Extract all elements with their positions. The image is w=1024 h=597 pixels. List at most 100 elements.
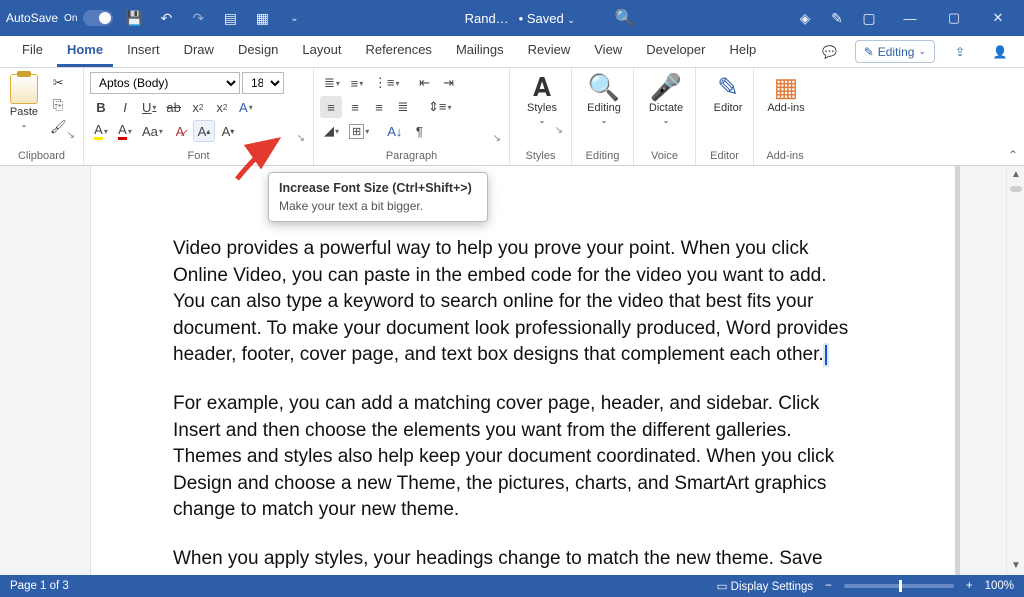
increase-indent-button[interactable]: ⇥ — [438, 72, 460, 94]
autosave-toggle[interactable]: AutoSave On — [6, 10, 113, 26]
editor-button[interactable]: ✎ Editor — [702, 72, 754, 116]
scroll-up-icon[interactable]: ▲ — [1007, 166, 1024, 184]
addins-button[interactable]: ▦ Add-ins — [760, 72, 812, 116]
styles-dialog-launcher[interactable]: ↘ — [516, 125, 565, 137]
decrease-indent-button[interactable]: ⇤ — [414, 72, 436, 94]
tab-home[interactable]: Home — [57, 36, 113, 67]
tab-layout[interactable]: Layout — [292, 36, 351, 67]
change-case-button[interactable]: Aa▾ — [138, 120, 167, 142]
copy-icon: ⎘ — [53, 97, 63, 113]
paste-button[interactable]: Paste⌄ — [6, 72, 42, 132]
editing-button[interactable]: 🔍 Editing⌄ — [578, 72, 630, 128]
dictate-button[interactable]: 🎤 Dictate⌄ — [640, 72, 692, 128]
strikethrough-button[interactable]: ab — [162, 96, 184, 118]
cut-button[interactable]: ✂ — [46, 72, 71, 94]
align-right-button[interactable]: ≡ — [368, 96, 390, 118]
tab-insert[interactable]: Insert — [117, 36, 170, 67]
account-button[interactable]: 👤 — [985, 40, 1015, 63]
text-effects-button[interactable]: A▾ — [235, 96, 257, 118]
paragraph-1[interactable]: Video provides a powerful way to help yo… — [173, 236, 853, 369]
paragraph-3[interactable]: When you apply styles, your headings cha… — [173, 546, 853, 575]
tab-view[interactable]: View — [584, 36, 632, 67]
editor-icon: ✎ — [717, 74, 739, 100]
shading-button[interactable]: ◢▾ — [320, 120, 343, 142]
zoom-out-button[interactable]: − — [825, 580, 832, 592]
multilevel-list-button[interactable]: ⋮≡▾ — [370, 72, 404, 94]
diamond-icon[interactable]: ◈ — [794, 7, 816, 29]
saved-status[interactable]: • Saved ⌄ — [519, 11, 575, 26]
save-icon[interactable]: 💾 — [123, 7, 145, 29]
ribbon-display-icon[interactable]: ▢ — [858, 7, 880, 29]
search-icon[interactable]: 🔍 — [615, 8, 635, 28]
qat-overflow-icon[interactable]: ⌄ — [283, 7, 305, 29]
tooltip-body: Make your text a bit bigger. — [279, 199, 477, 213]
group-label-voice: Voice — [640, 148, 689, 165]
document-page[interactable]: Video provides a powerful way to help yo… — [90, 166, 960, 575]
line-spacing-button[interactable]: ⇕≡▾ — [424, 96, 456, 118]
close-icon[interactable]: ✕ — [978, 7, 1018, 29]
underline-button[interactable]: U▾ — [138, 96, 160, 118]
format-painter-button[interactable]: 🖌 — [46, 116, 71, 138]
tab-review[interactable]: Review — [518, 36, 581, 67]
scroll-down-icon[interactable]: ▼ — [1007, 557, 1024, 575]
tooltip-title: Increase Font Size (Ctrl+Shift+>) — [279, 181, 477, 195]
tab-mailings[interactable]: Mailings — [446, 36, 514, 67]
microphone-icon: 🎤 — [650, 74, 682, 100]
font-name-select[interactable]: Aptos (Body) — [90, 72, 240, 94]
document-name[interactable]: Rand… — [465, 11, 509, 26]
vertical-scrollbar[interactable]: ▲ ▼ — [1006, 166, 1024, 575]
bold-button[interactable]: B — [90, 96, 112, 118]
minimize-icon[interactable]: — — [890, 7, 930, 29]
paragraph-2[interactable]: For example, you can add a matching cove… — [173, 391, 853, 524]
tab-file[interactable]: File — [12, 36, 53, 67]
share-button[interactable]: ⇪ — [945, 40, 975, 63]
undo-icon[interactable]: ↶ — [155, 7, 177, 29]
autosave-label: AutoSave — [6, 11, 58, 25]
borders-button[interactable]: ⊞▾ — [345, 120, 373, 142]
clear-formatting-button[interactable]: A̷ — [169, 120, 191, 142]
find-icon: 🔍 — [588, 74, 620, 100]
sort-button[interactable]: A↓ — [383, 120, 406, 142]
tab-references[interactable]: References — [355, 36, 441, 67]
display-settings-button[interactable]: ▭ Display Settings — [717, 579, 814, 593]
redo-icon[interactable]: ↷ — [187, 7, 209, 29]
wand-icon[interactable]: ✎ — [826, 7, 848, 29]
highlight-button[interactable]: A▾ — [90, 120, 112, 142]
qat-icon-2[interactable]: ▦ — [251, 7, 273, 29]
bullets-button[interactable]: ≣▾ — [320, 72, 344, 94]
scroll-marker — [1010, 186, 1022, 192]
tab-draw[interactable]: Draw — [174, 36, 224, 67]
align-left-button[interactable]: ≡ — [320, 96, 342, 118]
zoom-level[interactable]: 100% — [985, 580, 1014, 592]
align-center-button[interactable]: ≡ — [344, 96, 366, 118]
superscript-button[interactable]: x2 — [211, 96, 233, 118]
justify-button[interactable]: ≣ — [392, 96, 414, 118]
group-styles: 𝐀 Styles⌄ ↘ Styles — [510, 68, 572, 165]
group-paragraph: ≣▾ ≡▾ ⋮≡▾ ⇤ ⇥ ≡ ≡ ≡ ≣ ⇕≡▾ ◢▾ ⊞▾ A↓ ¶ — [314, 68, 510, 165]
numbering-button[interactable]: ≡▾ — [346, 72, 368, 94]
group-addins: ▦ Add-ins Add-ins — [754, 68, 816, 165]
zoom-slider[interactable] — [844, 584, 954, 588]
tab-design[interactable]: Design — [228, 36, 288, 67]
ribbon-tabs: File Home Insert Draw Design Layout Refe… — [0, 36, 1024, 68]
font-color-button[interactable]: A▾ — [114, 120, 136, 142]
editing-mode-button[interactable]: ✎ Editing ⌄ — [855, 40, 935, 63]
maximize-icon[interactable]: ▢ — [934, 7, 974, 29]
styles-button[interactable]: 𝐀 Styles⌄ — [516, 72, 568, 128]
paste-icon — [10, 74, 38, 104]
zoom-in-button[interactable]: + — [966, 580, 973, 592]
increase-font-size-button[interactable]: A▴ — [193, 120, 215, 142]
group-label-editing: Editing — [578, 148, 627, 165]
font-size-select[interactable]: 18 — [242, 72, 284, 94]
show-marks-button[interactable]: ¶ — [408, 120, 430, 142]
tab-developer[interactable]: Developer — [636, 36, 715, 67]
qat-icon-1[interactable]: ▤ — [219, 7, 241, 29]
comments-button[interactable]: 💬 — [815, 40, 845, 63]
collapse-ribbon-icon[interactable]: ⌃ — [1008, 148, 1018, 162]
page-indicator[interactable]: Page 1 of 3 — [10, 580, 69, 592]
subscript-button[interactable]: x2 — [187, 96, 209, 118]
copy-button[interactable]: ⎘ — [46, 94, 71, 116]
tab-help[interactable]: Help — [719, 36, 766, 67]
tooltip-increase-font-size: Increase Font Size (Ctrl+Shift+>) Make y… — [268, 172, 488, 222]
italic-button[interactable]: I — [114, 96, 136, 118]
